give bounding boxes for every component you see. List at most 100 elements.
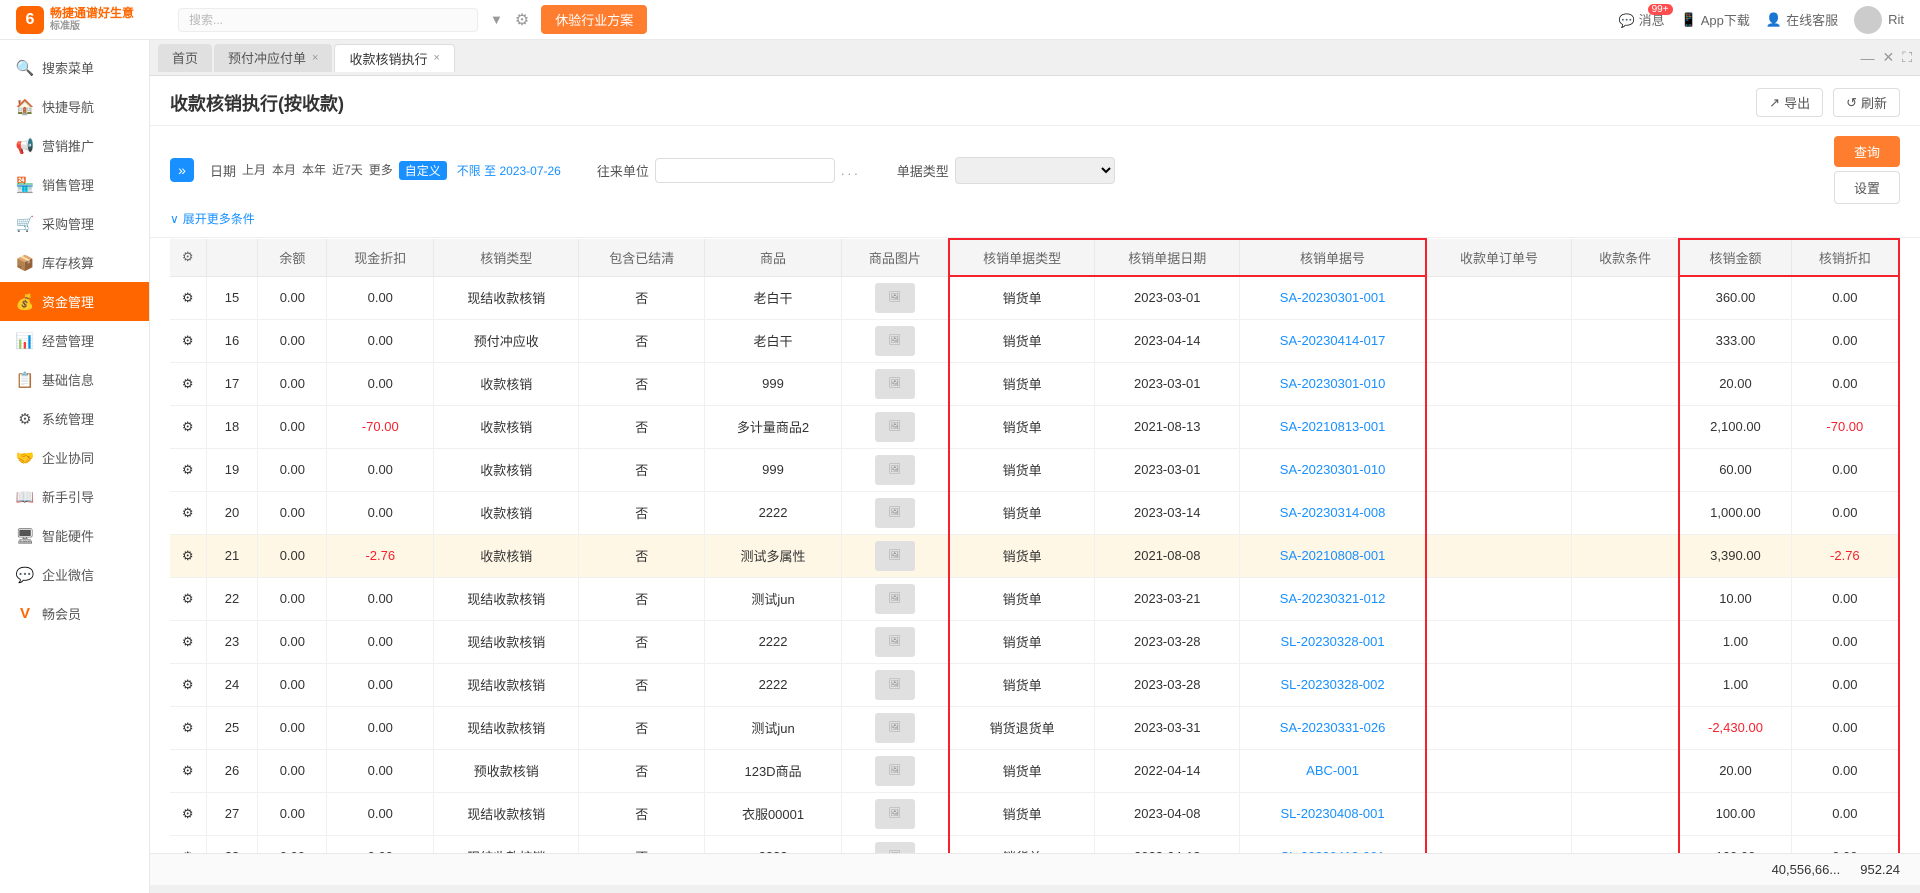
- cell-receipt-order-no: [1426, 577, 1572, 620]
- cell-gear[interactable]: ⚙: [170, 405, 206, 448]
- cell-cancel-voucher-no[interactable]: SL-20230328-001: [1240, 620, 1426, 663]
- cell-cancel-voucher-no[interactable]: SL-20230408-001: [1240, 792, 1426, 835]
- sidebar-item-wechat[interactable]: 💬 企业微信: [0, 555, 149, 594]
- filter-expand-button[interactable]: »: [170, 158, 194, 182]
- cell-cancel-voucher-no[interactable]: SA-20210813-001: [1240, 405, 1426, 448]
- tab-home[interactable]: 首页: [158, 44, 212, 72]
- cell-cancel-type: 预收款核销: [434, 749, 579, 792]
- table-header-row: ⚙ 余额 现金折扣 核销类型 包含已结清 商品 商品图片 核销单据类型 核销单据…: [170, 239, 1899, 276]
- refresh-button[interactable]: ↺ 刷新: [1833, 88, 1900, 117]
- settings-gear-icon[interactable]: ⚙: [515, 10, 529, 30]
- date-link-this-year[interactable]: 本年: [302, 161, 326, 180]
- sidebar-item-search-menu[interactable]: 🔍 搜索菜单: [0, 48, 149, 87]
- voucher-no-link[interactable]: ABC-001: [1306, 763, 1359, 778]
- voucher-no-link[interactable]: SA-20210808-001: [1280, 548, 1386, 563]
- voucher-no-link[interactable]: SA-20230414-017: [1280, 333, 1386, 348]
- cell-cancel-voucher-no[interactable]: SA-20230331-026: [1240, 706, 1426, 749]
- industry-solution-button[interactable]: 休验行业方案: [541, 5, 647, 34]
- dropdown-arrow-icon[interactable]: ▼: [490, 12, 503, 27]
- sidebar-item-marketing[interactable]: 📢 营销推广: [0, 126, 149, 165]
- expand-more-conditions[interactable]: ∨ 展开更多条件: [170, 210, 1900, 227]
- online-service-icon: 👤: [1766, 12, 1782, 28]
- top-search-input[interactable]: [178, 8, 478, 32]
- date-link-this-month[interactable]: 本月: [272, 161, 296, 180]
- export-button[interactable]: ↗ 导出: [1756, 88, 1823, 117]
- sidebar-item-hardware[interactable]: 🖥 智能硬件: [0, 516, 149, 555]
- sidebar-item-operation[interactable]: 📊 经营管理: [0, 321, 149, 360]
- voucher-no-link[interactable]: SA-20230301-001: [1280, 290, 1386, 305]
- date-filter-item: 日期 上月 本月 本年 近7天 更多 自定义: [210, 161, 447, 180]
- sidebar-item-basic-info[interactable]: 📋 基础信息: [0, 360, 149, 399]
- sidebar-item-inventory[interactable]: 📦 库存核算: [0, 243, 149, 282]
- cell-cancel-voucher-no[interactable]: SL-20230418-001: [1240, 835, 1426, 853]
- sidebar-item-enterprise[interactable]: 🤝 企业协同: [0, 438, 149, 477]
- message-button[interactable]: 💬 消息 99+: [1619, 10, 1665, 29]
- th-product-img: 商品图片: [841, 239, 949, 276]
- cell-gear[interactable]: ⚙: [170, 835, 206, 853]
- cell-cancel-voucher-no[interactable]: SA-20230314-008: [1240, 491, 1426, 534]
- voucher-no-link[interactable]: SA-20230301-010: [1280, 376, 1386, 391]
- app-download-button[interactable]: 📱 App下载: [1681, 10, 1750, 29]
- sidebar-item-sales[interactable]: 🏪 销售管理: [0, 165, 149, 204]
- product-image: 🖼: [875, 799, 915, 829]
- tab-prepay[interactable]: 预付冲应付单 ×: [214, 44, 332, 72]
- cell-cancel-voucher-no[interactable]: SA-20230301-001: [1240, 276, 1426, 319]
- date-link-last-month[interactable]: 上月: [242, 161, 266, 180]
- partner-filter-input[interactable]: [655, 158, 835, 183]
- cell-gear[interactable]: ⚙: [170, 577, 206, 620]
- cell-gear[interactable]: ⚙: [170, 663, 206, 706]
- cell-gear[interactable]: ⚙: [170, 534, 206, 577]
- cell-cancel-voucher-no[interactable]: SA-20230301-010: [1240, 362, 1426, 405]
- horizontal-scrollbar[interactable]: [150, 885, 1920, 893]
- cell-gear[interactable]: ⚙: [170, 792, 206, 835]
- voucher-type-select[interactable]: [955, 157, 1115, 184]
- cell-receipt-condition: [1572, 448, 1680, 491]
- voucher-no-link[interactable]: SL-20230408-001: [1281, 806, 1385, 821]
- voucher-no-link[interactable]: SL-20230328-002: [1281, 677, 1385, 692]
- voucher-no-link[interactable]: SA-20230331-026: [1280, 720, 1386, 735]
- cell-cash-discount: -70.00: [327, 405, 434, 448]
- th-gear[interactable]: ⚙: [170, 239, 206, 276]
- date-link-more[interactable]: 更多: [369, 161, 393, 180]
- cell-cancel-voucher-no[interactable]: SA-20230301-010: [1240, 448, 1426, 491]
- date-link-7days[interactable]: 近7天: [332, 161, 363, 180]
- cell-cancel-voucher-no[interactable]: SA-20210808-001: [1240, 534, 1426, 577]
- cell-gear[interactable]: ⚙: [170, 620, 206, 663]
- date-custom-button[interactable]: 自定义: [399, 161, 447, 180]
- cell-cancel-voucher-no[interactable]: SL-20230328-002: [1240, 663, 1426, 706]
- cell-gear[interactable]: ⚙: [170, 276, 206, 319]
- sidebar-item-member[interactable]: V 畅会员: [0, 594, 149, 633]
- cell-gear[interactable]: ⚙: [170, 491, 206, 534]
- sidebar-label-finance: 资金管理: [42, 292, 94, 311]
- cell-cancel-voucher-no[interactable]: SA-20230321-012: [1240, 577, 1426, 620]
- sidebar-item-finance[interactable]: 💰 资金管理: [0, 282, 149, 321]
- query-button[interactable]: 查询: [1834, 136, 1900, 167]
- online-service-button[interactable]: 👤 在线客服: [1766, 10, 1838, 29]
- sidebar-item-system[interactable]: ⚙ 系统管理: [0, 399, 149, 438]
- window-minimize-icon[interactable]: —: [1860, 50, 1874, 66]
- cell-gear[interactable]: ⚙: [170, 749, 206, 792]
- cell-receipt-condition: [1572, 491, 1680, 534]
- voucher-no-link[interactable]: SA-20210813-001: [1280, 419, 1386, 434]
- cell-gear[interactable]: ⚙: [170, 448, 206, 491]
- user-area[interactable]: Rit: [1854, 6, 1904, 34]
- cell-cancel-voucher-no[interactable]: SA-20230414-017: [1240, 319, 1426, 362]
- cell-gear[interactable]: ⚙: [170, 706, 206, 749]
- sidebar-item-guide[interactable]: 📖 新手引导: [0, 477, 149, 516]
- window-expand-icon[interactable]: ⛶: [1902, 49, 1912, 66]
- cell-cancel-voucher-no[interactable]: ABC-001: [1240, 749, 1426, 792]
- cell-gear[interactable]: ⚙: [170, 362, 206, 405]
- cell-gear[interactable]: ⚙: [170, 319, 206, 362]
- voucher-no-link[interactable]: SA-20230301-010: [1280, 462, 1386, 477]
- sidebar-item-quick-nav[interactable]: 🏠 快捷导航: [0, 87, 149, 126]
- setting-button[interactable]: 设置: [1834, 171, 1900, 204]
- voucher-no-link[interactable]: SA-20230314-008: [1280, 505, 1386, 520]
- voucher-no-link[interactable]: SA-20230321-012: [1280, 591, 1386, 606]
- cell-cancel-voucher-date: 2023-04-14: [1095, 319, 1240, 362]
- voucher-no-link[interactable]: SL-20230328-001: [1281, 634, 1385, 649]
- tab-receipt-cancel-close-icon[interactable]: ×: [433, 52, 439, 64]
- tab-receipt-cancel[interactable]: 收款核销执行 ×: [334, 44, 454, 72]
- window-close-icon[interactable]: ✕: [1882, 49, 1894, 66]
- tab-prepay-close-icon[interactable]: ×: [312, 52, 318, 64]
- sidebar-item-purchase[interactable]: 🛒 采购管理: [0, 204, 149, 243]
